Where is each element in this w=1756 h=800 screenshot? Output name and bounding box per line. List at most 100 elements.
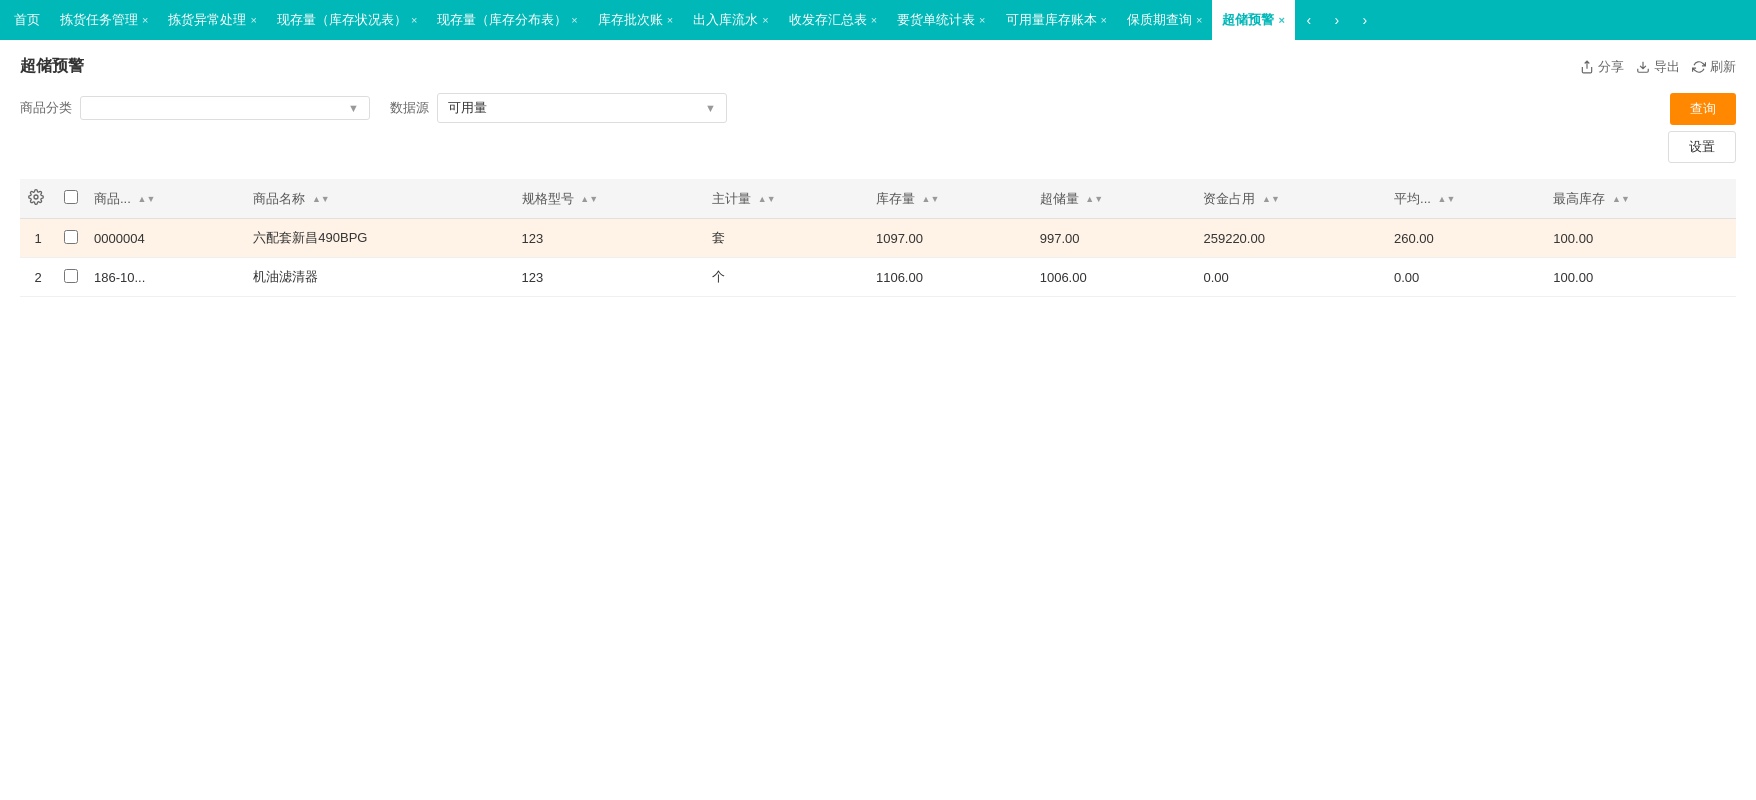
sort-icon: ▲▼ bbox=[1438, 195, 1456, 204]
nav-home[interactable]: 首页 bbox=[4, 0, 50, 40]
nav-close-icon[interactable]: × bbox=[979, 14, 985, 26]
nav-item-kucunpicizh[interactable]: 库存批次账 × bbox=[588, 0, 683, 40]
set-button[interactable]: 设置 bbox=[1668, 131, 1736, 163]
col-avg[interactable]: 平均... ▲▼ bbox=[1386, 179, 1545, 219]
row-capital: 259220.00 bbox=[1195, 219, 1386, 258]
row-spec: 123 bbox=[514, 219, 705, 258]
gear-icon bbox=[28, 189, 44, 205]
row-checkbox-cell[interactable] bbox=[56, 219, 86, 258]
col-max-stock[interactable]: 最高库存 ▲▼ bbox=[1545, 179, 1736, 219]
table-settings-header[interactable] bbox=[20, 179, 56, 219]
row-max-stock: 100.00 bbox=[1545, 219, 1736, 258]
nav-close-icon[interactable]: × bbox=[250, 14, 256, 26]
datasource-dropdown-icon: ▼ bbox=[705, 102, 716, 114]
row-number: 2 bbox=[20, 258, 56, 297]
share-icon bbox=[1580, 60, 1594, 74]
table-select-all-header[interactable] bbox=[56, 179, 86, 219]
col-unit[interactable]: 主计量 ▲▼ bbox=[704, 179, 868, 219]
header-actions: 分享 导出 刷新 bbox=[1580, 58, 1736, 76]
sort-icon: ▲▼ bbox=[137, 195, 155, 204]
svg-point-0 bbox=[34, 195, 38, 199]
refresh-button[interactable]: 刷新 bbox=[1692, 58, 1736, 76]
nav-close-icon[interactable]: × bbox=[571, 14, 577, 26]
row-max-stock: 100.00 bbox=[1545, 258, 1736, 297]
table-header-row: 商品... ▲▼ 商品名称 ▲▼ 规格型号 ▲▼ 主计量 ▲▼ 库存量 ▲▼ bbox=[20, 179, 1736, 219]
sort-icon: ▲▼ bbox=[1262, 195, 1280, 204]
category-label: 商品分类 bbox=[20, 99, 72, 117]
col-goods-code[interactable]: 商品... ▲▼ bbox=[86, 179, 245, 219]
nav-close-icon[interactable]: × bbox=[1278, 14, 1284, 26]
export-icon bbox=[1636, 60, 1650, 74]
sort-icon: ▲▼ bbox=[1085, 195, 1103, 204]
col-over-stock[interactable]: 超储量 ▲▼ bbox=[1032, 179, 1196, 219]
datasource-select-value: 可用量 bbox=[448, 99, 705, 117]
top-navigation: 首页 拣货任务管理 × 拣货异常处理 × 现存量（库存状况表） × 现存量（库存… bbox=[0, 0, 1756, 40]
sort-icon: ▲▼ bbox=[758, 195, 776, 204]
col-stock[interactable]: 库存量 ▲▼ bbox=[868, 179, 1032, 219]
nav-item-keyongliang[interactable]: 可用量库存账本 × bbox=[996, 0, 1117, 40]
sort-icon: ▲▼ bbox=[1612, 195, 1630, 204]
row-stock: 1097.00 bbox=[868, 219, 1032, 258]
select-all-checkbox[interactable] bbox=[64, 190, 78, 204]
row-unit: 个 bbox=[704, 258, 868, 297]
nav-close-icon[interactable]: × bbox=[871, 14, 877, 26]
category-select[interactable]: ▼ bbox=[80, 96, 370, 120]
page-content: 超储预警 分享 导出 刷新 商品分类 ▼ bbox=[0, 40, 1756, 800]
nav-item-churukuliushui[interactable]: 出入库流水 × bbox=[683, 0, 778, 40]
nav-item-jianhuoyichangchuli[interactable]: 拣货异常处理 × bbox=[158, 0, 266, 40]
row-over-stock: 1006.00 bbox=[1032, 258, 1196, 297]
sort-icon: ▲▼ bbox=[922, 195, 940, 204]
share-button[interactable]: 分享 bbox=[1580, 58, 1624, 76]
nav-close-icon[interactable]: × bbox=[411, 14, 417, 26]
nav-close-icon[interactable]: × bbox=[667, 14, 673, 26]
export-button[interactable]: 导出 bbox=[1636, 58, 1680, 76]
datasource-select[interactable]: 可用量 ▼ bbox=[437, 93, 727, 123]
page-title: 超储预警 bbox=[20, 56, 84, 77]
row-goods-code: 0000004 bbox=[86, 219, 245, 258]
nav-close-icon[interactable]: × bbox=[1101, 14, 1107, 26]
col-capital[interactable]: 资金占用 ▲▼ bbox=[1195, 179, 1386, 219]
datasource-filter-group: 数据源 可用量 ▼ bbox=[390, 93, 727, 123]
page-header: 超储预警 分享 导出 刷新 bbox=[20, 56, 1736, 77]
data-table: 商品... ▲▼ 商品名称 ▲▼ 规格型号 ▲▼ 主计量 ▲▼ 库存量 ▲▼ bbox=[20, 179, 1736, 297]
nav-item-xiancunliang1[interactable]: 现存量（库存状况表） × bbox=[267, 0, 427, 40]
nav-close-icon[interactable]: × bbox=[142, 14, 148, 26]
refresh-icon bbox=[1692, 60, 1706, 74]
datasource-label: 数据源 bbox=[390, 99, 429, 117]
table-row: 2 186-10... 机油滤清器 123 个 1106.00 1006.00 … bbox=[20, 258, 1736, 297]
filter-actions: 查询 设置 bbox=[1668, 93, 1736, 163]
row-unit: 套 bbox=[704, 219, 868, 258]
nav-item-shoufacunhuizong[interactable]: 收发存汇总表 × bbox=[779, 0, 887, 40]
row-avg: 0.00 bbox=[1386, 258, 1545, 297]
nav-item-xiancunliang2[interactable]: 现存量（库存分布表） × bbox=[427, 0, 587, 40]
row-checkbox[interactable] bbox=[64, 269, 78, 283]
category-dropdown-icon: ▼ bbox=[348, 102, 359, 114]
nav-close-icon[interactable]: × bbox=[1196, 14, 1202, 26]
row-stock: 1106.00 bbox=[868, 258, 1032, 297]
row-number: 1 bbox=[20, 219, 56, 258]
nav-more-arrow[interactable]: › bbox=[1351, 0, 1379, 40]
nav-item-baozhi[interactable]: 保质期查询 × bbox=[1117, 0, 1212, 40]
row-goods-name: 机油滤清器 bbox=[245, 258, 513, 297]
nav-item-chaochuyujing[interactable]: 超储预警 × bbox=[1212, 0, 1294, 40]
table-row: 1 0000004 六配套新昌490BPG 123 套 1097.00 997.… bbox=[20, 219, 1736, 258]
row-over-stock: 997.00 bbox=[1032, 219, 1196, 258]
row-goods-code: 186-10... bbox=[86, 258, 245, 297]
col-spec[interactable]: 规格型号 ▲▼ bbox=[514, 179, 705, 219]
row-spec: 123 bbox=[514, 258, 705, 297]
nav-next-arrow[interactable]: › bbox=[1323, 0, 1351, 40]
category-filter-group: 商品分类 ▼ bbox=[20, 96, 370, 120]
row-avg: 260.00 bbox=[1386, 219, 1545, 258]
col-goods-name[interactable]: 商品名称 ▲▼ bbox=[245, 179, 513, 219]
nav-close-icon[interactable]: × bbox=[762, 14, 768, 26]
row-capital: 0.00 bbox=[1195, 258, 1386, 297]
sort-icon: ▲▼ bbox=[580, 195, 598, 204]
nav-item-jianhuorenwuguanli[interactable]: 拣货任务管理 × bbox=[50, 0, 158, 40]
sort-icon: ▲▼ bbox=[312, 195, 330, 204]
row-checkbox[interactable] bbox=[64, 230, 78, 244]
row-goods-name: 六配套新昌490BPG bbox=[245, 219, 513, 258]
query-button[interactable]: 查询 bbox=[1670, 93, 1736, 125]
row-checkbox-cell[interactable] bbox=[56, 258, 86, 297]
nav-item-yaohuodantongjibiao[interactable]: 要货单统计表 × bbox=[887, 0, 995, 40]
nav-prev-arrow[interactable]: ‹ bbox=[1295, 0, 1323, 40]
